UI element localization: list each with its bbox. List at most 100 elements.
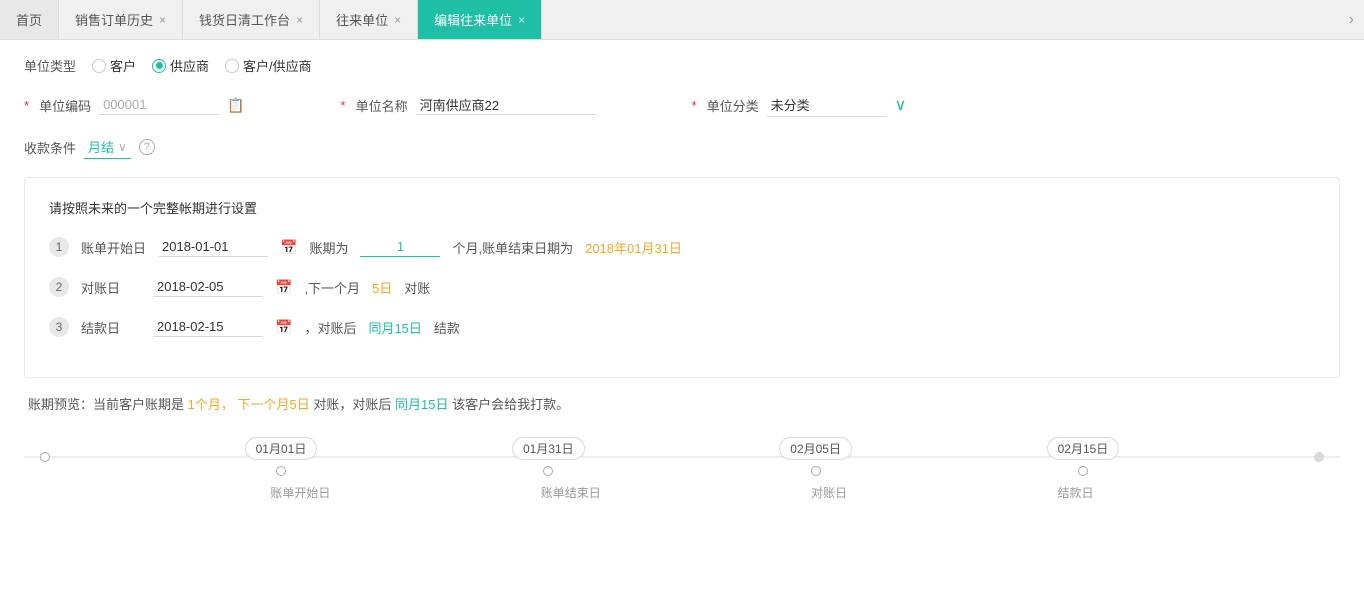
radio-group: 客户 供应商 客户/供应商 xyxy=(92,56,312,75)
payment-condition-arrow-icon[interactable]: ∨ xyxy=(118,140,127,154)
timeline-point-2: 02月05日 xyxy=(779,437,852,476)
tab-sales-history-close[interactable]: × xyxy=(159,14,166,26)
tab-bar: 首页 销售订单历史 × 钱货日清工作台 × 往来单位 × 编辑往来单位 × › xyxy=(0,0,1364,40)
timeline-label-2: 对账日 xyxy=(811,484,847,501)
unit-code-calendar-icon[interactable]: 📋 xyxy=(227,97,244,114)
unit-category-star: * xyxy=(692,98,697,113)
account-start-calendar-icon[interactable]: 📅 xyxy=(280,239,297,256)
settings-card: 请按照未来的一个完整帐期进行设置 1 账单开始日 📅 账期为 个月,账单结束日期… xyxy=(24,177,1340,378)
preview-part2: 下一个月5日 xyxy=(238,397,310,412)
radio-supplier-label: 供应商 xyxy=(170,56,209,75)
reconcile-date-input[interactable] xyxy=(153,277,263,297)
radio-both[interactable]: 客户/供应商 xyxy=(225,56,312,75)
settings-title: 请按照未来的一个完整帐期进行设置 xyxy=(49,198,1315,217)
timeline-start-cap xyxy=(40,452,50,462)
radio-supplier-circle xyxy=(152,59,166,73)
setting-row-1: 1 账单开始日 📅 账期为 个月,账单结束日期为 2018年01月31日 xyxy=(49,237,1315,257)
settlement-date-input[interactable] xyxy=(153,317,263,337)
timeline-tag-3: 02月15日 xyxy=(1047,437,1120,460)
main-content: 单位类型 客户 供应商 客户/供应商 * 单位编码 📋 * xyxy=(0,40,1364,608)
setting-num-2: 2 xyxy=(49,277,69,297)
setting-label-2: 对账日 xyxy=(81,278,141,297)
tab-edit-partner-close[interactable]: × xyxy=(518,14,525,26)
radio-customer[interactable]: 客户 xyxy=(92,56,136,75)
reconcile-calendar-icon[interactable]: 📅 xyxy=(275,279,292,296)
timeline-point-3: 02月15日 xyxy=(1047,437,1120,476)
timeline-label-1: 账单结束日 xyxy=(541,484,601,501)
preview-prefix: 账期预览：当前客户账期是 xyxy=(28,397,184,412)
timeline-start-dot xyxy=(40,452,50,462)
unit-name-input[interactable] xyxy=(416,95,596,115)
period-prefix: 账期为 xyxy=(309,238,348,257)
tab-partner-close[interactable]: × xyxy=(394,14,401,26)
tab-cashier[interactable]: 钱货日清工作台 × xyxy=(183,0,320,39)
radio-both-label: 客户/供应商 xyxy=(243,56,312,75)
reconcile-suffix: 对账 xyxy=(404,278,430,297)
radio-customer-label: 客户 xyxy=(110,56,136,75)
tab-sales-history[interactable]: 销售订单历史 × xyxy=(59,0,183,39)
tab-home-label: 首页 xyxy=(16,10,42,29)
settlement-calendar-icon[interactable]: 📅 xyxy=(275,319,292,336)
account-start-date-input[interactable] xyxy=(158,237,268,257)
unit-name-label: 单位名称 xyxy=(356,96,408,115)
timeline-dot-0 xyxy=(276,466,286,476)
timeline-dot-1 xyxy=(543,466,553,476)
setting-num-1: 1 xyxy=(49,237,69,257)
preview-text: 账期预览：当前客户账期是 1个月， 下一个月5日 对账，对账后 同月15日 该客… xyxy=(24,394,1340,413)
unit-type-label: 单位类型 xyxy=(24,56,76,75)
timeline-label-text-3: 结款日 xyxy=(1058,484,1094,501)
timeline-tag-1: 01月31日 xyxy=(512,437,585,460)
timeline-points: 01月01日 01月31日 02月05日 02月15日 xyxy=(40,437,1324,476)
setting-label-3: 结款日 xyxy=(81,318,141,337)
preview-part3: 同月15日 xyxy=(395,397,448,412)
tab-edit-partner-label: 编辑往来单位 xyxy=(434,10,512,29)
timeline-label-3: 结款日 xyxy=(1058,484,1094,501)
radio-customer-circle xyxy=(92,59,106,73)
timeline-tag-2: 02月05日 xyxy=(779,437,852,460)
setting-num-3: 3 xyxy=(49,317,69,337)
unit-code-label: 单位编码 xyxy=(39,96,91,115)
payment-row: 收款条件 月结 ∨ ? xyxy=(24,135,1340,159)
tab-home[interactable]: 首页 xyxy=(0,0,59,39)
payment-condition-select[interactable]: 月结 ∨ xyxy=(84,135,131,159)
preview-part1: 1个月， xyxy=(188,397,234,412)
unit-category-arrow-icon[interactable]: ∨ xyxy=(895,95,907,115)
help-icon[interactable]: ? xyxy=(139,139,155,155)
preview-suffix: 该客户会给我打款。 xyxy=(452,397,569,412)
preview-middle: 对账，对账后 xyxy=(313,397,391,412)
tab-cashier-label: 钱货日清工作台 xyxy=(199,10,290,29)
timeline-point-0: 01月01日 xyxy=(245,437,318,476)
timeline-end-cap xyxy=(1314,452,1324,462)
tab-sales-history-label: 销售订单历史 xyxy=(75,10,153,29)
unit-fields-row: * 单位编码 📋 * 单位名称 * 单位分类 未分类 ∨ xyxy=(24,93,1340,117)
unit-code-group: * 单位编码 📋 xyxy=(24,95,245,115)
tab-cashier-close[interactable]: × xyxy=(296,14,303,26)
tab-arrow[interactable]: › xyxy=(1339,0,1364,39)
radio-supplier[interactable]: 供应商 xyxy=(152,56,209,75)
timeline-label-text-2: 对账日 xyxy=(811,484,847,501)
unit-category-select[interactable]: 未分类 ∨ xyxy=(767,93,907,117)
tab-partner-label: 往来单位 xyxy=(336,10,388,29)
unit-code-input[interactable] xyxy=(99,95,219,115)
unit-name-star: * xyxy=(341,98,346,113)
timeline-point-1: 01月31日 xyxy=(512,437,585,476)
unit-type-row: 单位类型 客户 供应商 客户/供应商 xyxy=(24,56,1340,75)
timeline-end-dot xyxy=(1314,452,1324,462)
unit-category-group: * 单位分类 未分类 ∨ xyxy=(692,93,907,117)
timeline-label-text-1: 账单结束日 xyxy=(541,484,601,501)
timeline-tag-0: 01月01日 xyxy=(245,437,318,460)
period-input[interactable] xyxy=(360,237,440,257)
tab-partner[interactable]: 往来单位 × xyxy=(320,0,418,39)
tab-edit-partner[interactable]: 编辑往来单位 × xyxy=(418,0,542,39)
unit-category-value: 未分类 xyxy=(767,93,887,117)
unit-name-group: * 单位名称 xyxy=(341,95,596,115)
settlement-day-highlight: 同月15日 xyxy=(368,318,421,337)
timeline-dot-2 xyxy=(811,466,821,476)
timeline-container: 01月01日 01月31日 02月05日 02月15日 xyxy=(24,429,1340,484)
setting-row-3: 3 结款日 📅 ，对账后 同月15日 结款 xyxy=(49,317,1315,337)
unit-category-label: 单位分类 xyxy=(707,96,759,115)
timeline-label-0: 账单开始日 xyxy=(270,484,330,501)
account-end-date: 2018年01月31日 xyxy=(585,238,682,257)
payment-condition-value: 月结 xyxy=(88,137,114,156)
settlement-prefix: ，对账后 xyxy=(304,318,356,337)
